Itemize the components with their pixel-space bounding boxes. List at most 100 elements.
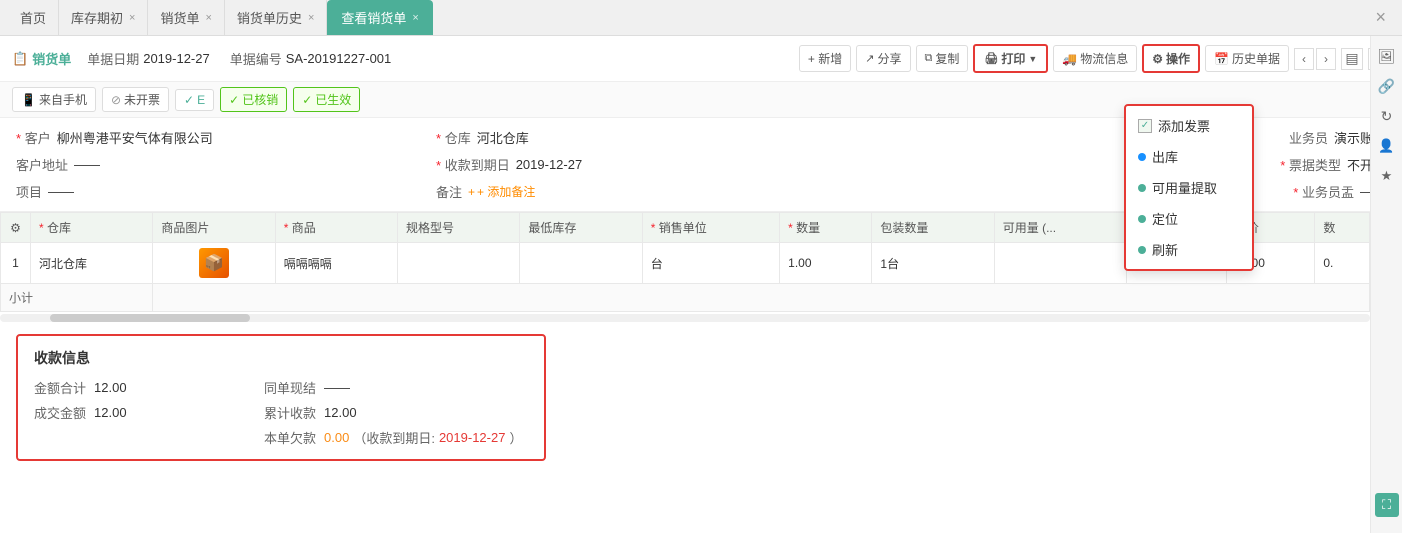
tab-inventory[interactable]: 库存期初 × [59, 0, 148, 35]
panel-star-icon[interactable]: ★ [1375, 164, 1399, 188]
total-amount-label: 金额合计 [34, 378, 86, 397]
copy-button[interactable]: ⧉ 复制 [916, 45, 969, 72]
tab-view-sales[interactable]: 查看销货单 × [327, 0, 432, 35]
cumulative-payment-value: 12.00 [324, 405, 357, 420]
dot-teal-icon3 [1138, 246, 1146, 254]
current-arrear-item: 本单欠款 0.00 （收款到期日: 2019-12-27 ） [264, 428, 522, 447]
row-quantity: 1.00 [780, 243, 872, 284]
warehouse-label: * 仓库 [436, 128, 471, 147]
doc-type-icon: 📋 [12, 51, 28, 67]
customer-field: * 客户 柳州粤港平安气体有限公司 [16, 128, 436, 147]
new-button[interactable]: + 新增 [799, 45, 851, 72]
info-row-3: 本单欠款 0.00 （收款到期日: 2019-12-27 ） [34, 428, 528, 447]
doc-date-value: 2019-12-27 [143, 51, 210, 66]
total-amount-item: 金额合计 12.00 [34, 378, 214, 397]
cumulative-payment-label: 累计收款 [264, 403, 316, 422]
subtotal-label: 小计 [1, 284, 153, 312]
bottom-info-area: 收款信息 金额合计 12.00 同单现结 —— 成交金额 12.00 累计收款 [0, 324, 1402, 471]
salesman2-label: * 业务员盂 [1293, 182, 1354, 201]
tab-sales-history[interactable]: 销货单历史 × [225, 0, 327, 35]
confirm-btn[interactable]: ✓ E [175, 89, 214, 111]
dropdown-item-add-invoice[interactable]: ✓ 添加发票 [1126, 110, 1252, 141]
panel-rotate-icon[interactable]: ↻ [1375, 104, 1399, 128]
doc-type-label: 销货单 [32, 49, 71, 68]
tab-home[interactable]: 首页 [8, 0, 59, 35]
transaction-amount-label: 成交金额 [34, 403, 86, 422]
payment-date-label: * 收款到期日 [436, 155, 510, 174]
panel-link-icon[interactable]: 🔗 [1375, 74, 1399, 98]
tab-close-sales[interactable]: × [205, 12, 211, 24]
row-product-img: 📦 [153, 243, 275, 284]
checkbox-icon: ✓ [1138, 119, 1152, 133]
info-row-2: 成交金额 12.00 累计收款 12.00 [34, 403, 528, 422]
address-label: 客户地址 [16, 155, 68, 174]
horizontal-scrollbar[interactable] [0, 314, 1370, 322]
operate-button[interactable]: ⚙ 操作 [1142, 44, 1200, 73]
salesman-label: 业务员 [1289, 128, 1328, 147]
info-box: 收款信息 金额合计 12.00 同单现结 —— 成交金额 12.00 累计收款 [16, 334, 546, 461]
project-field: 项目 —— [16, 182, 436, 201]
not-open-btn[interactable]: ⊘ 未开票 [102, 87, 169, 112]
history-button[interactable]: 📅 历史单据 [1205, 45, 1289, 72]
tab-sales-order[interactable]: 销货单 × [148, 0, 224, 35]
operate-icon: ⚙ [1152, 52, 1163, 66]
logistics-button[interactable]: 🚚 物流信息 [1053, 45, 1137, 72]
layout1-btn[interactable]: ▤ [1341, 48, 1363, 70]
header-actions: + 新增 ↗ 分享 ⧉ 复制 🖨 打印 ▼ 🚚 物流信息 ⚙ 操作 [799, 44, 1390, 73]
row-min-stock [520, 243, 642, 284]
nav-next-btn[interactable]: › [1316, 48, 1336, 70]
global-close-btn[interactable]: × [1367, 7, 1394, 28]
dropdown-menu: ✓ 添加发票 出库 可用量提取 定位 刷新 [1124, 104, 1254, 271]
cumulative-payment-item: 累计收款 12.00 [264, 403, 357, 422]
arrear-date: 2019-12-27 [439, 430, 506, 445]
col-warehouse: * 仓库 [31, 213, 153, 243]
history-icon: 📅 [1214, 52, 1229, 66]
dropdown-item-locate[interactable]: 定位 [1126, 203, 1252, 234]
project-label: 项目 [16, 182, 42, 201]
doc-date-label: 单据日期 [87, 49, 139, 68]
dropdown-item-refresh[interactable]: 刷新 [1126, 234, 1252, 265]
share-button[interactable]: ↗ 分享 [856, 45, 910, 72]
panel-expand-icon[interactable]: ⛶ [1375, 493, 1399, 517]
arrear-note: （收款到期日: [353, 428, 435, 447]
tab-close-history[interactable]: × [308, 12, 314, 24]
row-warehouse: 河北仓库 [31, 243, 153, 284]
print-icon: 🖨 [984, 52, 998, 65]
col-min-stock: 最低库存 [520, 213, 642, 243]
same-order-label: 同单现结 [264, 378, 316, 397]
tab-close-view[interactable]: × [412, 12, 418, 24]
sold-btn[interactable]: ✓ 已核销 [220, 87, 287, 112]
nav-prev-btn[interactable]: ‹ [1294, 48, 1314, 70]
row-spec [398, 243, 520, 284]
from-phone-btn[interactable]: 📱 来自手机 [12, 87, 96, 112]
confirm-icon: ✓ [184, 93, 194, 107]
add-note-btn[interactable]: + + 添加备注 [468, 183, 535, 200]
col-available: 可用量 (... [994, 213, 1126, 243]
row-sales-unit: 台 [642, 243, 779, 284]
same-order-value: —— [324, 380, 350, 395]
transaction-amount-value: 12.00 [94, 405, 127, 420]
print-button[interactable]: 🖨 打印 ▼ [973, 44, 1048, 73]
col-spec: 规格型号 [398, 213, 520, 243]
same-order-item: 同单现结 —— [264, 378, 350, 397]
address-field: 客户地址 —— [16, 155, 436, 174]
tab-close-inventory[interactable]: × [129, 12, 135, 24]
dropdown-item-ship-out[interactable]: 出库 [1126, 141, 1252, 172]
col-product-img: 商品图片 [153, 213, 275, 243]
dot-blue-icon [1138, 153, 1146, 161]
col-product: * 商品 [275, 213, 397, 243]
effective-btn[interactable]: ✓ 已生效 [293, 87, 360, 112]
col-amount: 数 [1315, 213, 1370, 243]
logistics-icon: 🚚 [1062, 52, 1077, 66]
project-value: —— [48, 184, 74, 199]
effective-icon: ✓ [302, 93, 312, 107]
doc-number-value: SA-20191227-001 [286, 51, 392, 66]
product-image: 📦 [199, 248, 229, 278]
current-arrear-label: 本单欠款 [264, 428, 316, 447]
row-pack-qty: 1台 [872, 243, 994, 284]
dropdown-item-available-qty[interactable]: 可用量提取 [1126, 172, 1252, 203]
scrollbar-thumb[interactable] [50, 314, 250, 322]
panel-image-icon[interactable]: 🖼 [1375, 44, 1399, 68]
circle-icon: ⊘ [111, 93, 121, 107]
panel-user-icon[interactable]: 👤 [1375, 134, 1399, 158]
